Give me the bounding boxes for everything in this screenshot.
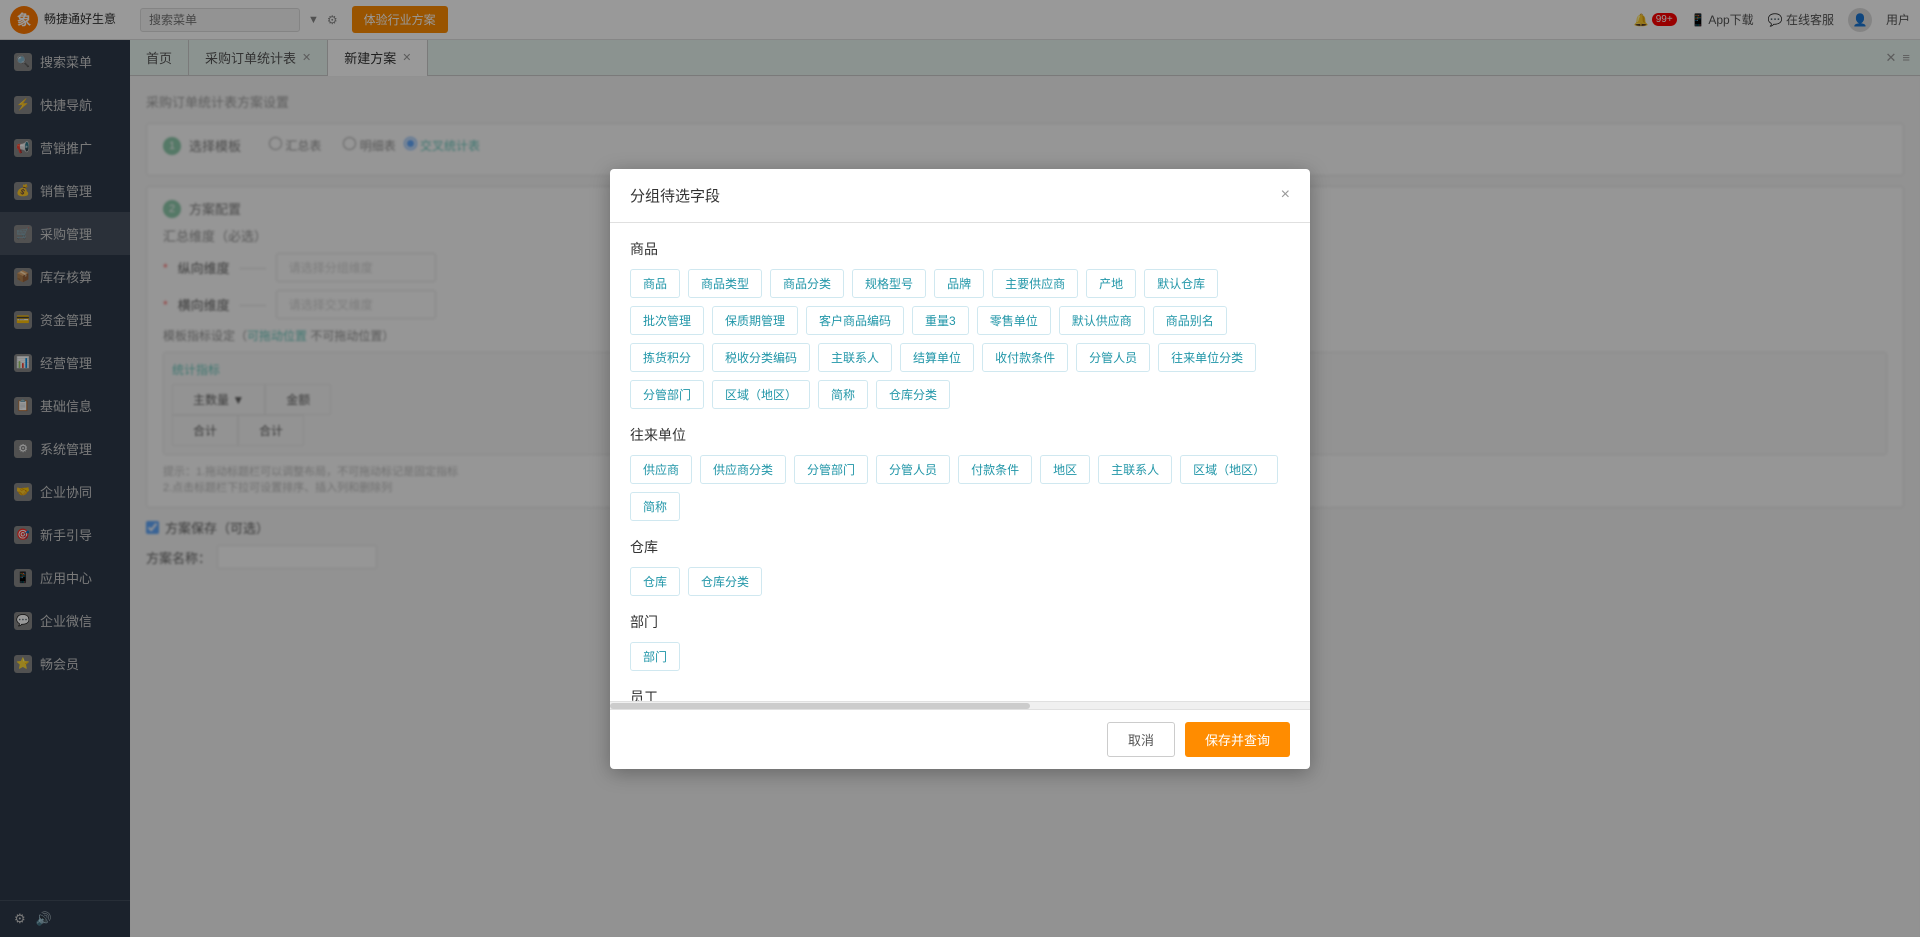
field-tag-简称[interactable]: 简称 bbox=[630, 492, 680, 521]
field-tag-商品别名[interactable]: 商品别名 bbox=[1153, 306, 1227, 335]
modal-footer: 取消 保存并查询 bbox=[610, 709, 1310, 769]
field-tag-默认仓库[interactable]: 默认仓库 bbox=[1144, 269, 1218, 298]
field-tag-默认供应商[interactable]: 默认供应商 bbox=[1059, 306, 1145, 335]
field-tag-分管部门[interactable]: 分管部门 bbox=[630, 380, 704, 409]
field-tag-简称[interactable]: 简称 bbox=[818, 380, 868, 409]
field-tag-收付款条件[interactable]: 收付款条件 bbox=[982, 343, 1068, 372]
modal-hscroll-thumb bbox=[610, 703, 1030, 709]
field-tag-分管部门[interactable]: 分管部门 bbox=[794, 455, 868, 484]
field-tag-重量3[interactable]: 重量3 bbox=[912, 306, 969, 335]
field-tags-goods: 商品商品类型商品分类规格型号品牌主要供应商产地默认仓库批次管理保质期管理客户商品… bbox=[630, 269, 1290, 409]
modal-title: 分组待选字段 bbox=[630, 185, 720, 206]
section-title-department: 部门 bbox=[630, 612, 1290, 632]
field-tag-仓库分类[interactable]: 仓库分类 bbox=[688, 567, 762, 596]
modal-horizontal-scrollbar[interactable] bbox=[610, 701, 1310, 709]
field-tag-产地[interactable]: 产地 bbox=[1086, 269, 1136, 298]
modal-overlay: 分组待选字段 × 商品商品商品类型商品分类规格型号品牌主要供应商产地默认仓库批次… bbox=[0, 0, 1920, 937]
field-select-modal: 分组待选字段 × 商品商品商品类型商品分类规格型号品牌主要供应商产地默认仓库批次… bbox=[610, 169, 1310, 769]
field-tag-仓库[interactable]: 仓库 bbox=[630, 567, 680, 596]
field-tags-counterpart: 供应商供应商分类分管部门分管人员付款条件地区主联系人区域（地区） 简称 bbox=[630, 455, 1290, 521]
section-title-employee: 员工 bbox=[630, 687, 1290, 701]
field-tag-往来单位分类[interactable]: 往来单位分类 bbox=[1158, 343, 1256, 372]
field-tag-客户商品编码[interactable]: 客户商品编码 bbox=[806, 306, 904, 335]
field-tag-分管人员[interactable]: 分管人员 bbox=[876, 455, 950, 484]
field-tag-地区[interactable]: 地区 bbox=[1040, 455, 1090, 484]
field-tag-拣货积分[interactable]: 拣货积分 bbox=[630, 343, 704, 372]
field-tag-区域（地区）[interactable]: 区域（地区） bbox=[1180, 455, 1278, 484]
modal-header: 分组待选字段 × bbox=[610, 169, 1310, 223]
section-title-counterpart: 往来单位 bbox=[630, 425, 1290, 445]
field-tag-主要供应商[interactable]: 主要供应商 bbox=[992, 269, 1078, 298]
field-tag-区域（地区）[interactable]: 区域（地区） bbox=[712, 380, 810, 409]
field-tag-供应商分类[interactable]: 供应商分类 bbox=[700, 455, 786, 484]
modal-body: 商品商品商品类型商品分类规格型号品牌主要供应商产地默认仓库批次管理保质期管理客户… bbox=[610, 223, 1310, 701]
field-tags-department: 部门 bbox=[630, 642, 1290, 671]
cancel-button[interactable]: 取消 bbox=[1107, 722, 1175, 757]
field-tag-部门[interactable]: 部门 bbox=[630, 642, 680, 671]
section-title-goods: 商品 bbox=[630, 239, 1290, 259]
field-tag-分管人员[interactable]: 分管人员 bbox=[1076, 343, 1150, 372]
field-tags-warehouse: 仓库仓库分类 bbox=[630, 567, 1290, 596]
field-tag-税收分类编码[interactable]: 税收分类编码 bbox=[712, 343, 810, 372]
field-tag-结算单位[interactable]: 结算单位 bbox=[900, 343, 974, 372]
confirm-button[interactable]: 保存并查询 bbox=[1185, 722, 1290, 757]
section-title-warehouse: 仓库 bbox=[630, 537, 1290, 557]
field-tag-商品分类[interactable]: 商品分类 bbox=[770, 269, 844, 298]
modal-close-btn[interactable]: × bbox=[1281, 186, 1290, 204]
field-tag-批次管理[interactable]: 批次管理 bbox=[630, 306, 704, 335]
field-tag-仓库分类[interactable]: 仓库分类 bbox=[876, 380, 950, 409]
field-tag-供应商[interactable]: 供应商 bbox=[630, 455, 692, 484]
field-tag-零售单位[interactable]: 零售单位 bbox=[977, 306, 1051, 335]
field-tag-商品[interactable]: 商品 bbox=[630, 269, 680, 298]
field-tag-品牌[interactable]: 品牌 bbox=[934, 269, 984, 298]
field-tag-主联系人[interactable]: 主联系人 bbox=[818, 343, 892, 372]
field-tag-规格型号[interactable]: 规格型号 bbox=[852, 269, 926, 298]
field-tag-主联系人[interactable]: 主联系人 bbox=[1098, 455, 1172, 484]
field-tag-商品类型[interactable]: 商品类型 bbox=[688, 269, 762, 298]
field-tag-付款条件[interactable]: 付款条件 bbox=[958, 455, 1032, 484]
field-tag-保质期管理[interactable]: 保质期管理 bbox=[712, 306, 798, 335]
